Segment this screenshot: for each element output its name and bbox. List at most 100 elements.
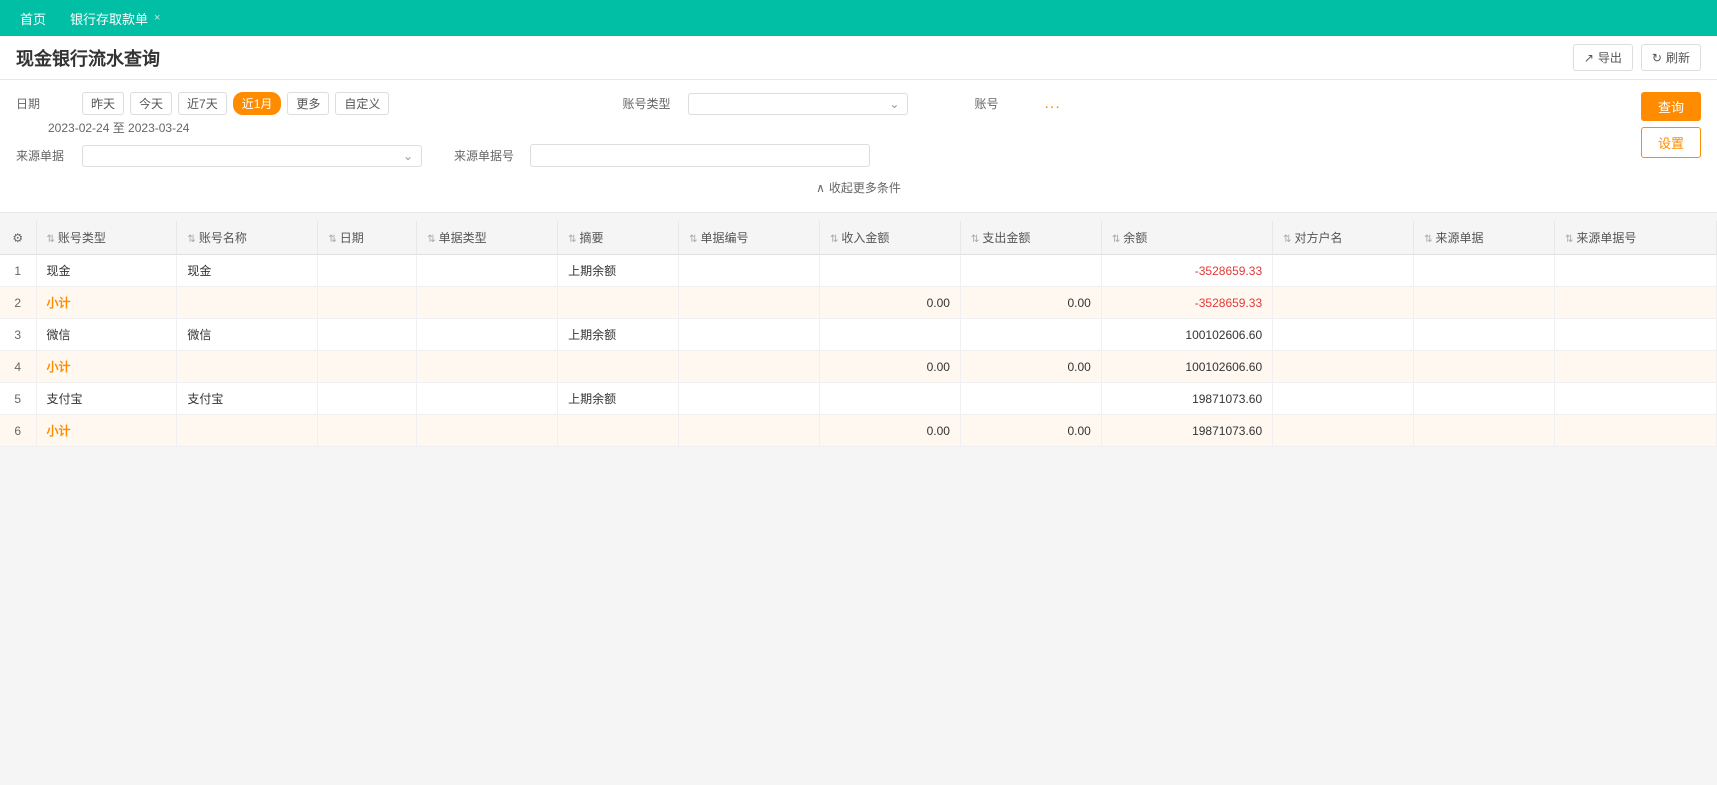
cell-balance: 19871073.60 (1101, 383, 1272, 415)
export-icon: ↗ (1584, 51, 1594, 65)
cell-expense (960, 383, 1101, 415)
export-button[interactable]: ↗ 导出 (1573, 44, 1633, 71)
cell-income (820, 383, 961, 415)
collapse-bar[interactable]: ∧ 收起更多条件 (16, 175, 1701, 200)
cell-doc_num (679, 415, 820, 447)
cell-summary (558, 415, 679, 447)
cell-income: 0.00 (820, 351, 961, 383)
date-option-昨天[interactable]: 昨天 (82, 92, 124, 115)
tab-close-icon[interactable]: × (154, 12, 160, 24)
sort-icon[interactable]: ⇅ (830, 234, 838, 245)
cell-income: 0.00 (820, 287, 961, 319)
cell-date (318, 351, 417, 383)
cell-account_type: 支付宝 (36, 383, 177, 415)
sort-icon[interactable]: ⇅ (427, 234, 435, 245)
account-ellipsis[interactable]: ... (1040, 95, 1064, 113)
filter-row-2: 来源单据 ⌄ 来源单据号 (16, 144, 1625, 167)
date-option-今天[interactable]: 今天 (130, 92, 172, 115)
cell-summary (558, 351, 679, 383)
sort-icon[interactable]: ⇅ (47, 234, 55, 245)
page-title: 现金银行流水查询 (16, 45, 160, 71)
source-doc-label: 来源单据 (16, 147, 66, 164)
source-doc-num-label: 来源单据号 (454, 147, 514, 164)
sort-icon[interactable]: ⇅ (1424, 234, 1432, 245)
cell-account_type: 现金 (36, 255, 177, 287)
cell-income (820, 255, 961, 287)
cell-doc_type (417, 255, 558, 287)
account-type-select[interactable]: ⌄ (688, 93, 908, 115)
col-header-doc_num: ⇅单据编号 (679, 221, 820, 255)
refresh-button[interactable]: ↻ 刷新 (1641, 44, 1701, 71)
cell-income: 0.00 (820, 415, 961, 447)
date-option-更多[interactable]: 更多 (287, 92, 329, 115)
chevron-down-icon-2: ⌄ (403, 149, 413, 163)
cell-counterpart (1273, 319, 1414, 351)
cell-account_type: 小计 (36, 415, 177, 447)
top-nav: 首页 收款单×付款单×其他收入单×应收应付调整单×银行存取款单×预收冲应收单×收… (0, 0, 1717, 36)
col-header-balance: ⇅余额 (1101, 221, 1272, 255)
cell-source_doc_num (1555, 287, 1717, 319)
filter-main-row: 日期 昨天今天近7天近1月更多自定义 账号类型 ⌄ 账号 ... 2023-02… (16, 92, 1701, 167)
sort-icon[interactable]: ⇅ (689, 234, 697, 245)
sort-icon[interactable]: ⇅ (187, 234, 195, 245)
cell-account_name: 支付宝 (177, 383, 318, 415)
cell-source_doc (1414, 383, 1555, 415)
row-number: 1 (0, 255, 36, 287)
col-header-settings_col: ⚙ (0, 221, 36, 255)
nav-home[interactable]: 首页 (8, 9, 58, 28)
col-header-account_name: ⇅账号名称 (177, 221, 318, 255)
col-header-account_type: ⇅账号类型 (36, 221, 177, 255)
cell-counterpart (1273, 255, 1414, 287)
cell-date (318, 255, 417, 287)
table-row: 2小计0.000.00-3528659.33 (0, 287, 1717, 319)
cell-account_name (177, 415, 318, 447)
table-container: ⚙⇅账号类型⇅账号名称⇅日期⇅单据类型⇅摘要⇅单据编号⇅收入金额⇅支出金额⇅余额… (0, 221, 1717, 447)
cell-income (820, 319, 961, 351)
filter-area: 日期 昨天今天近7天近1月更多自定义 账号类型 ⌄ 账号 ... 2023-02… (0, 80, 1717, 213)
col-header-source_doc: ⇅来源单据 (1414, 221, 1555, 255)
date-range: 2023-02-24 至 2023-03-24 (48, 121, 189, 135)
filter-row-1: 日期 昨天今天近7天近1月更多自定义 账号类型 ⌄ 账号 ... (16, 92, 1625, 115)
cell-balance: 19871073.60 (1101, 415, 1272, 447)
gear-icon[interactable]: ⚙ (12, 231, 23, 245)
sort-icon[interactable]: ⇅ (1112, 234, 1120, 245)
cell-source_doc (1414, 415, 1555, 447)
sort-icon[interactable]: ⇅ (1283, 234, 1291, 245)
cell-source_doc (1414, 255, 1555, 287)
account-type-label: 账号类型 (622, 95, 672, 112)
nav-tab-银行存取款单[interactable]: 银行存取款单× (58, 0, 198, 36)
date-option-自定义[interactable]: 自定义 (335, 92, 389, 115)
cell-doc_type (417, 415, 558, 447)
refresh-icon: ↻ (1652, 51, 1662, 65)
cell-summary (558, 287, 679, 319)
cell-source_doc_num (1555, 255, 1717, 287)
filter-left: 日期 昨天今天近7天近1月更多自定义 账号类型 ⌄ 账号 ... 2023-02… (16, 92, 1625, 167)
query-button[interactable]: 查询 (1641, 92, 1701, 121)
cell-source_doc (1414, 351, 1555, 383)
header-actions: ↗ 导出 ↻ 刷新 (1573, 44, 1701, 71)
sort-icon[interactable]: ⇅ (971, 234, 979, 245)
cell-account_type: 小计 (36, 351, 177, 383)
date-options: 昨天今天近7天近1月更多自定义 (82, 92, 389, 115)
cell-doc_type (417, 319, 558, 351)
col-header-expense: ⇅支出金额 (960, 221, 1101, 255)
row-number: 4 (0, 351, 36, 383)
cell-summary: 上期余额 (558, 319, 679, 351)
table-row: 3微信微信上期余额100102606.60 (0, 319, 1717, 351)
sort-icon[interactable]: ⇅ (328, 234, 336, 245)
date-option-近1月[interactable]: 近1月 (233, 92, 282, 115)
sort-icon[interactable]: ⇅ (1565, 234, 1573, 245)
source-doc-select[interactable]: ⌄ (82, 145, 422, 167)
row-number: 5 (0, 383, 36, 415)
source-doc-num-input[interactable] (530, 144, 870, 167)
cell-expense: 0.00 (960, 287, 1101, 319)
cell-expense: 0.00 (960, 415, 1101, 447)
settings-button[interactable]: 设置 (1641, 127, 1701, 158)
cell-account_type: 微信 (36, 319, 177, 351)
cell-expense (960, 319, 1101, 351)
sort-icon[interactable]: ⇅ (568, 234, 576, 245)
cell-doc_num (679, 319, 820, 351)
nav-tabs: 收款单×付款单×其他收入单×应收应付调整单×银行存取款单×预收冲应收单×收款核销… (58, 0, 198, 36)
date-option-近7天[interactable]: 近7天 (178, 92, 227, 115)
table-row: 4小计0.000.00100102606.60 (0, 351, 1717, 383)
